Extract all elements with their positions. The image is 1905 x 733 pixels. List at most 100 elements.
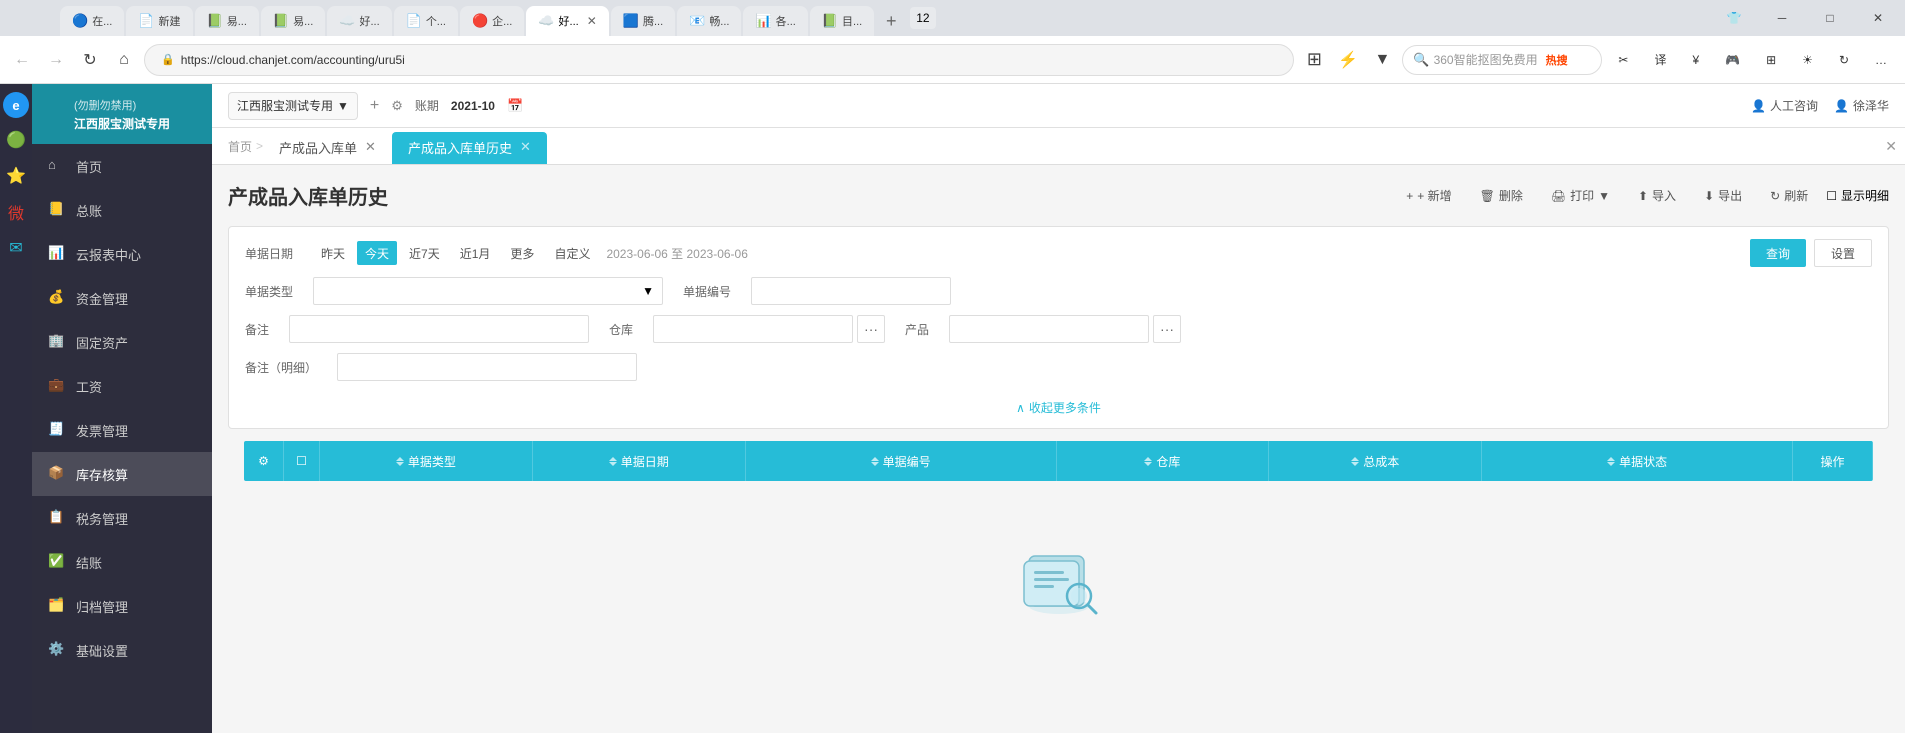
th-warehouse[interactable]: 仓库: [1057, 441, 1270, 481]
sun-toolbar[interactable]: ☀: [1792, 46, 1823, 74]
add-company-button[interactable]: +: [370, 97, 379, 115]
doc-type-select[interactable]: ▼: [313, 277, 663, 305]
warehouse-ellipsis-button[interactable]: ···: [857, 315, 885, 343]
tab-11[interactable]: 📊 各...: [743, 6, 807, 36]
tab-2[interactable]: 📄 新建: [126, 6, 192, 36]
icon-sidebar-weibo[interactable]: 微: [2, 198, 30, 226]
lightning-button[interactable]: ⚡: [1334, 46, 1362, 74]
icon-sidebar-mail[interactable]: ✉: [2, 234, 30, 262]
company-select[interactable]: 江西服宝测试专用 ▼: [228, 92, 358, 120]
refresh-browser-button[interactable]: ↻: [76, 46, 104, 74]
sidebar-item-basic[interactable]: ⚙️ 基础设置: [32, 628, 212, 672]
tab-4-label: 易...: [293, 13, 313, 29]
shortcut-7days[interactable]: 近7天: [401, 241, 448, 265]
tab-6[interactable]: 📄 个...: [394, 6, 458, 36]
sidebar-item-payroll[interactable]: 💼 工资: [32, 364, 212, 408]
product-ellipsis-button[interactable]: ···: [1153, 315, 1181, 343]
sidebar-item-finance[interactable]: 💰 资金管理: [32, 276, 212, 320]
search-360-box[interactable]: 🔍 360智能抠图免费用 热搜: [1402, 45, 1602, 75]
minimize-button[interactable]: ─: [1759, 0, 1805, 36]
new-tab-button[interactable]: +: [876, 6, 906, 36]
shortcut-more[interactable]: 更多: [502, 241, 542, 265]
content-tab-list-close[interactable]: ✕: [365, 139, 376, 155]
sidebar-item-ledger[interactable]: 📒 总账: [32, 188, 212, 232]
sidebar-item-archive[interactable]: 🗂️ 归档管理: [32, 584, 212, 628]
th-doc-type[interactable]: 单据类型: [320, 441, 533, 481]
tab-4[interactable]: 📗 易...: [261, 6, 325, 36]
remark-input[interactable]: [289, 315, 589, 343]
tab-12[interactable]: 📗 目...: [810, 6, 874, 36]
shortcut-today[interactable]: 今天: [357, 241, 397, 265]
doc-no-input[interactable]: [751, 277, 951, 305]
tab-7[interactable]: 🔴 企...: [460, 6, 524, 36]
th-gear[interactable]: ⚙: [244, 441, 284, 481]
content-tab-list[interactable]: 产成品入库单 ✕: [263, 132, 392, 164]
shortcut-custom[interactable]: 自定义: [546, 241, 598, 265]
export-button[interactable]: ⬇ 导出: [1694, 182, 1752, 210]
th-total-cost[interactable]: 总成本: [1269, 441, 1482, 481]
extensions-button[interactable]: ⊞: [1300, 46, 1328, 74]
icon-sidebar-tg[interactable]: 🟢: [2, 126, 30, 154]
warehouse-input[interactable]: [653, 315, 853, 343]
tab-10[interactable]: 📧 畅...: [677, 6, 741, 36]
maximize-button[interactable]: □: [1807, 0, 1853, 36]
shortcut-1month[interactable]: 近1月: [452, 241, 499, 265]
product-input[interactable]: [949, 315, 1149, 343]
sidebar-item-settle[interactable]: ✅ 结账: [32, 540, 212, 584]
add-button[interactable]: + + 新增: [1396, 182, 1461, 210]
grid-toolbar[interactable]: ⊞: [1756, 46, 1786, 74]
tab-3[interactable]: 📗 易...: [195, 6, 259, 36]
icon-sidebar-star[interactable]: ⭐: [2, 162, 30, 190]
sidebar-item-inventory[interactable]: 📦 库存核算: [32, 452, 212, 496]
translate-toolbar[interactable]: 译: [1644, 46, 1676, 74]
scissors-toolbar[interactable]: ✂: [1608, 46, 1638, 74]
close-button[interactable]: ✕: [1855, 0, 1901, 36]
more-toolbar[interactable]: …: [1865, 46, 1897, 74]
consultant-button[interactable]: 👤 人工咨询: [1751, 97, 1818, 114]
sidebar-item-assets[interactable]: 🏢 固定资产: [32, 320, 212, 364]
calendar-icon[interactable]: 📅: [507, 98, 523, 114]
back-button[interactable]: ←: [8, 46, 36, 74]
close-panel-icon[interactable]: ✕: [1885, 138, 1897, 155]
delete-button[interactable]: 🗑 删除: [1470, 182, 1533, 210]
forward-button[interactable]: →: [42, 46, 70, 74]
icon-sidebar-360[interactable]: e: [3, 92, 29, 118]
refresh-button[interactable]: ↻ 刷新: [1760, 182, 1818, 210]
show-columns-button[interactable]: ☐ 显示明细: [1826, 187, 1889, 204]
tab-8-close[interactable]: ✕: [587, 14, 597, 28]
tab-9[interactable]: 🟦 腾...: [611, 6, 675, 36]
tab-5[interactable]: ☁️ 好...: [327, 6, 391, 36]
sidebar-item-tax[interactable]: 📋 税务管理: [32, 496, 212, 540]
breadcrumb-home[interactable]: 首页: [228, 138, 252, 155]
query-button[interactable]: 查询: [1750, 239, 1806, 267]
th-doc-date[interactable]: 单据日期: [533, 441, 746, 481]
redo-toolbar[interactable]: ↻: [1829, 46, 1859, 74]
settings-gear-button[interactable]: ⚙: [391, 98, 403, 114]
shortcut-yesterday[interactable]: 昨天: [313, 241, 353, 265]
address-input-container[interactable]: 🔒 https://cloud.chanjet.com/accounting/u…: [144, 44, 1294, 76]
yuan-toolbar[interactable]: ¥: [1682, 46, 1709, 74]
home-browser-button[interactable]: ⌂: [110, 46, 138, 74]
tab-8[interactable]: ☁️ 好... ✕: [526, 6, 608, 36]
content-tab-history[interactable]: 产成品入库单历史 ✕: [392, 132, 547, 164]
sort-doc-status-icon: [1607, 457, 1615, 466]
th-checkbox[interactable]: ☐: [284, 441, 320, 481]
th-doc-status[interactable]: 单据状态: [1482, 441, 1793, 481]
print-button[interactable]: 🖨 打印 ▼: [1541, 182, 1620, 210]
user-profile-button[interactable]: 👤 徐泽华: [1834, 97, 1889, 114]
sidebar-item-home[interactable]: ⌂ 首页: [32, 144, 212, 188]
chevron-down-nav[interactable]: ▼: [1368, 46, 1396, 74]
collapse-button[interactable]: ∧ 收起更多条件: [245, 391, 1872, 416]
sidebar-item-report[interactable]: 📊 云报表中心: [32, 232, 212, 276]
game-toolbar[interactable]: 🎮: [1715, 46, 1750, 74]
checkbox-show-icon: ☐: [1826, 189, 1837, 203]
import-button[interactable]: ⬆ 导入: [1628, 182, 1686, 210]
detail-remark-input[interactable]: [337, 353, 637, 381]
th-doc-no[interactable]: 单据编号: [746, 441, 1057, 481]
tab-1[interactable]: 🔵 在...: [60, 6, 124, 36]
sidebar-item-invoice[interactable]: 🧾 发票管理: [32, 408, 212, 452]
content-tab-history-close[interactable]: ✕: [520, 139, 531, 155]
table-header: ⚙ ☐ 单据类型: [244, 441, 1873, 481]
breadcrumb-inline: 首页 >: [212, 128, 263, 164]
settings-btn[interactable]: 设置: [1814, 239, 1872, 267]
